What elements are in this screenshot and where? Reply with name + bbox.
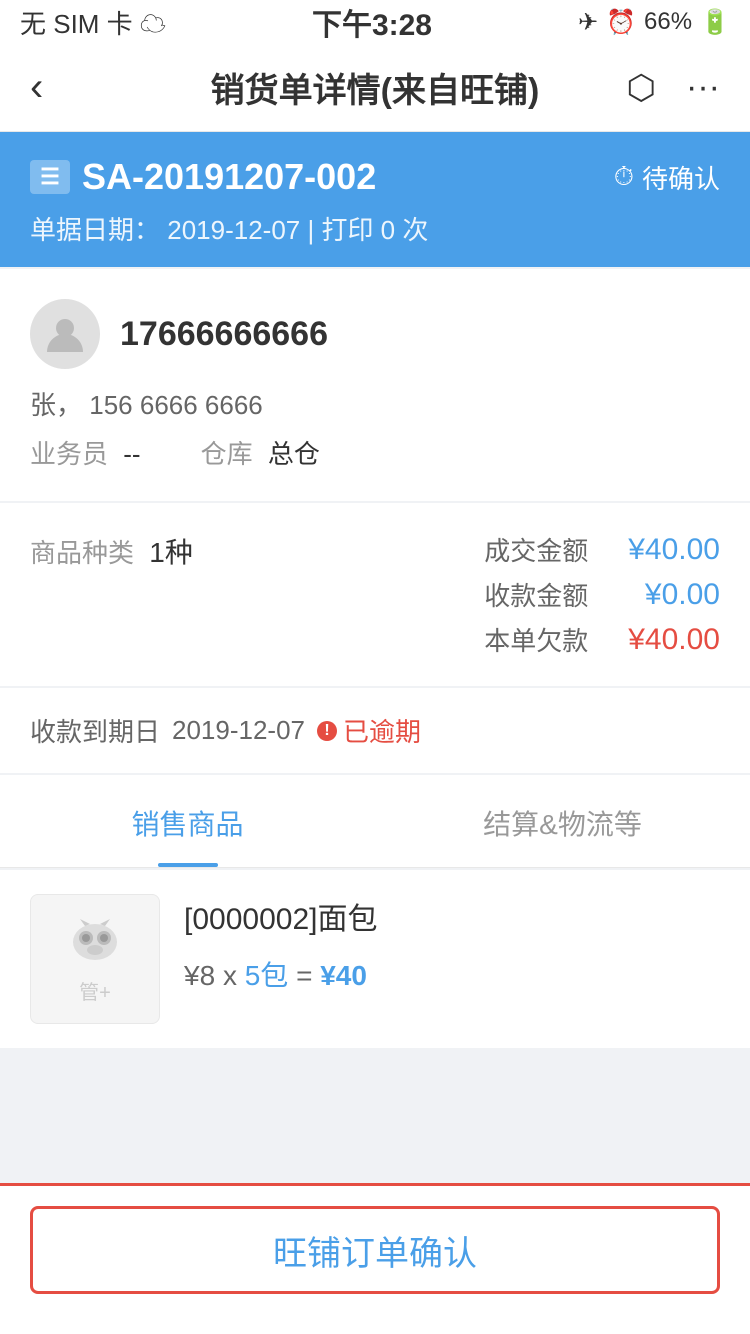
no-sim-text: 无 SIM 卡 ☁ <box>20 4 166 41</box>
quantity: 5包 <box>245 960 289 991</box>
due-date-label: 收款到期日 <box>30 712 160 749</box>
battery-icon: 🔋 <box>700 8 730 37</box>
nav-actions: ⬡ ··· <box>626 68 720 108</box>
clock-icon: ⏱ <box>614 161 634 193</box>
salesman-info: 业务员 -- <box>30 434 141 471</box>
category-info: 商品种类 1种 <box>30 531 193 571</box>
product-price: ¥8 x 5包 = ¥40 <box>184 954 720 994</box>
tab-sales-products[interactable]: 销售商品 <box>0 775 375 867</box>
due-date-card: 收款到期日 2019-12-07 ! 已逾期 <box>0 688 750 773</box>
price-value: ¥8 <box>184 960 215 991</box>
customer-top: 17666666666 <box>30 299 720 369</box>
overdue-icon: ! <box>317 721 337 741</box>
product-thumbnail: 管+ <box>30 894 160 1024</box>
received-amount: ¥0.00 <box>645 578 720 612</box>
order-icon: ☰ <box>30 160 70 194</box>
alarm-icon: ⏰ <box>606 8 636 37</box>
nav-bar: ‹ 销货单详情(来自旺铺) ⬡ ··· <box>0 44 750 132</box>
customer-phone: 17666666666 <box>120 315 328 354</box>
status-bar: 无 SIM 卡 ☁ 下午3:28 ✈ ⏰ 66% 🔋 <box>0 0 750 44</box>
amount-summary: 成交金额 ¥40.00 收款金额 ¥0.00 本单欠款 ¥40.00 <box>484 531 720 658</box>
overdue-badge: ! 已逾期 <box>317 712 421 749</box>
balance-amount: ¥40.00 <box>628 623 720 657</box>
status-text: 待确认 <box>642 159 720 196</box>
product-card: 管+ [0000002]面包 ¥8 x 5包 = ¥40 <box>0 870 750 1048</box>
confirm-order-button[interactable]: 旺铺订单确认 <box>30 1206 720 1294</box>
order-id: ☰ SA-20191207-002 <box>30 156 376 198</box>
battery-text: 66% <box>644 8 692 36</box>
back-button[interactable]: ‹ <box>30 65 43 110</box>
deal-amount: ¥40.00 <box>628 533 720 567</box>
customer-info: 张， 156 6666 6666 <box>30 385 720 422</box>
order-header-card: ☰ SA-20191207-002 ⏱ 待确认 单据日期： 2019-12-07… <box>0 132 750 267</box>
summary-card: 商品种类 1种 成交金额 ¥40.00 收款金额 ¥0.00 本单欠款 ¥40.… <box>0 503 750 686</box>
status-right: ✈ ⏰ 66% 🔋 <box>578 8 730 37</box>
tabs: 销售商品 结算&物流等 <box>0 775 750 868</box>
product-name: [0000002]面包 <box>184 894 720 938</box>
status-time: 下午3:28 <box>312 0 432 44</box>
owl-icon <box>65 914 125 972</box>
balance-row: 本单欠款 ¥40.00 <box>484 621 720 658</box>
page-title: 销货单详情(来自旺铺) <box>211 63 540 112</box>
brand-plus: 管+ <box>79 976 111 1005</box>
multiply-icon: x <box>223 960 237 991</box>
order-header-top: ☰ SA-20191207-002 ⏱ 待确认 <box>30 156 720 198</box>
tab-settlement[interactable]: 结算&物流等 <box>375 775 750 867</box>
more-icon[interactable]: ··· <box>686 68 720 107</box>
status-badge: ⏱ 待确认 <box>614 159 720 196</box>
total-price: ¥40 <box>320 960 367 991</box>
share-icon[interactable]: ⬡ <box>626 68 656 108</box>
product-info: [0000002]面包 ¥8 x 5包 = ¥40 <box>184 894 720 994</box>
confirm-btn-container: 旺铺订单确认 <box>0 1183 750 1334</box>
overdue-text: 已逾期 <box>343 712 421 749</box>
received-amount-row: 收款金额 ¥0.00 <box>484 576 720 613</box>
order-date: 单据日期： 2019-12-07 | 打印 0 次 <box>30 210 720 247</box>
due-date-value: 2019-12-07 <box>172 715 305 746</box>
warehouse-info: 仓库 总仓 <box>201 434 320 471</box>
tabs-container: 销售商品 结算&物流等 <box>0 775 750 868</box>
status-left: 无 SIM 卡 ☁ <box>20 4 166 41</box>
equals-sign: = <box>296 960 312 991</box>
location-icon: ✈ <box>578 8 598 37</box>
customer-card: 17666666666 张， 156 6666 6666 业务员 -- 仓库 总… <box>0 269 750 501</box>
deal-amount-row: 成交金额 ¥40.00 <box>484 531 720 568</box>
avatar <box>30 299 100 369</box>
customer-meta: 业务员 -- 仓库 总仓 <box>30 434 720 471</box>
